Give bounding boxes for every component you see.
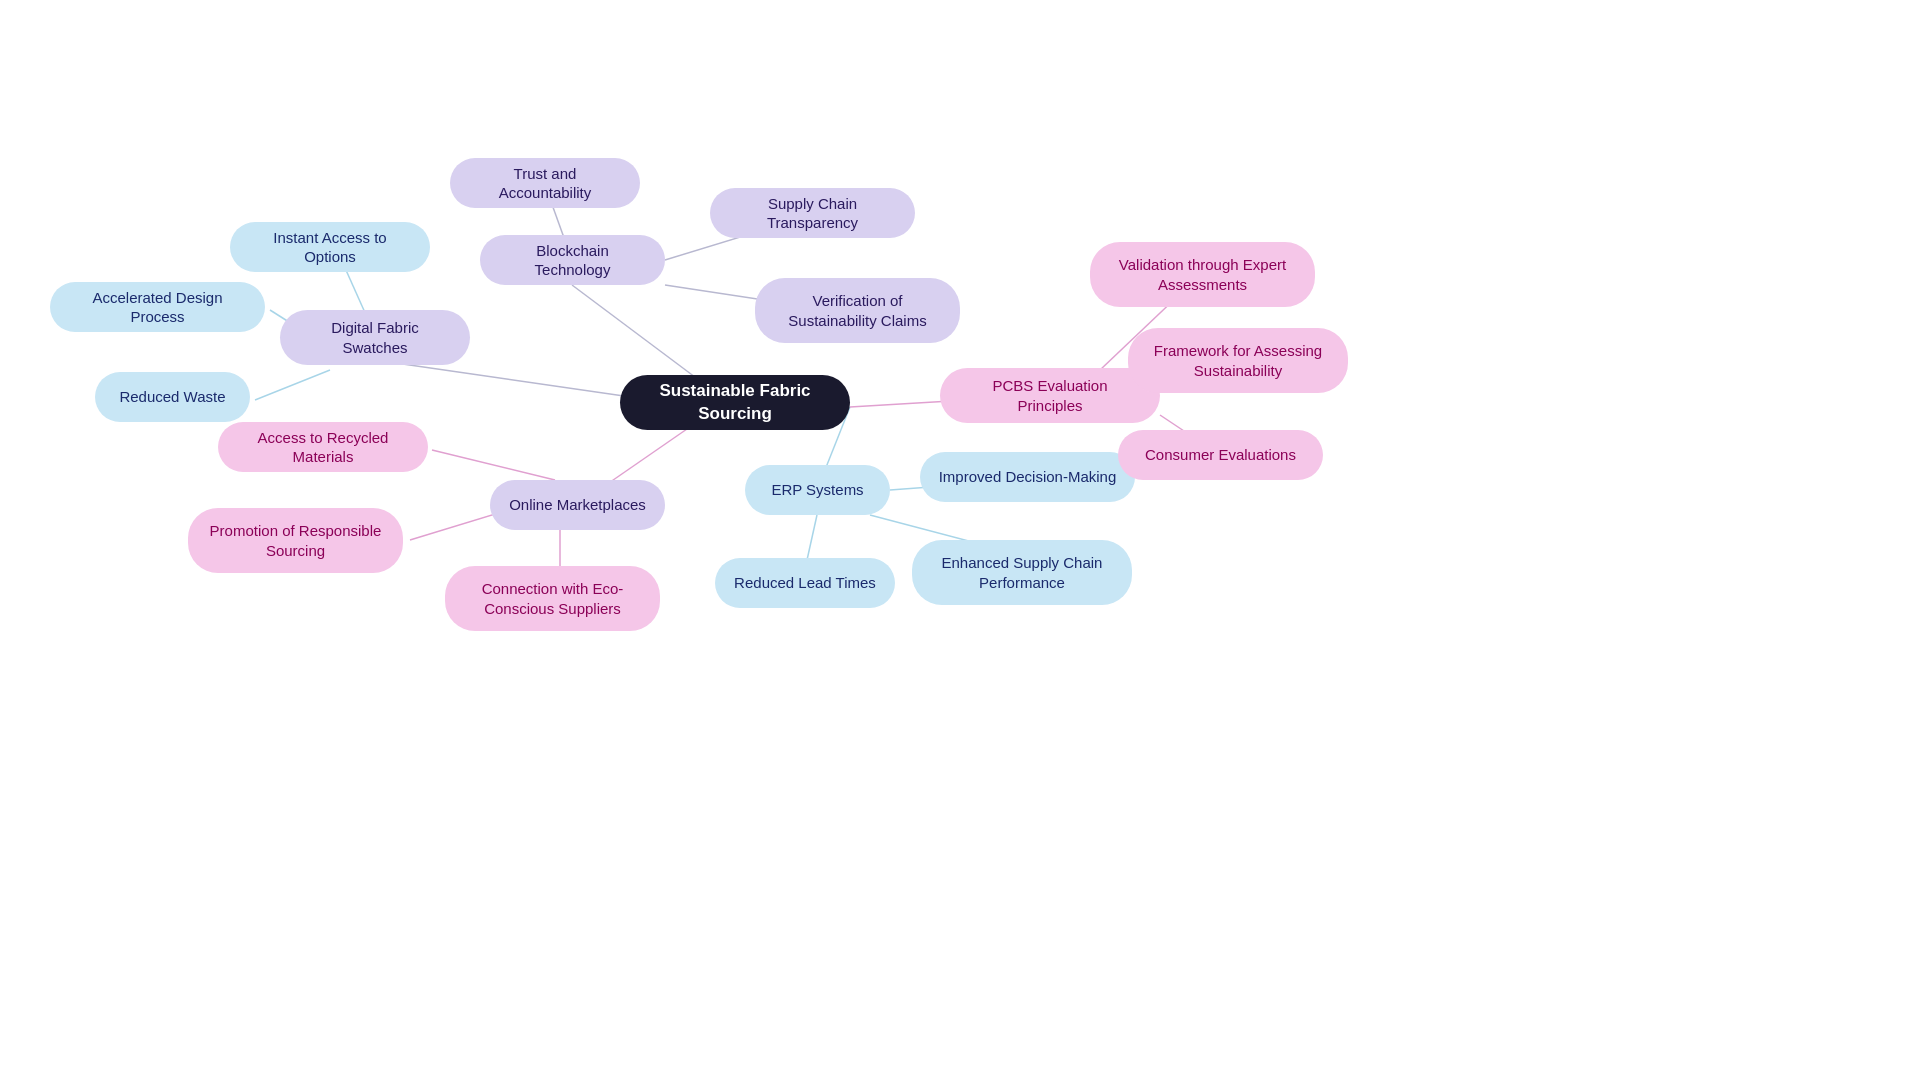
access-recycled-node: Access to Recycled Materials	[218, 422, 428, 472]
trust-node: Trust and Accountability	[450, 158, 640, 208]
svg-line-11	[432, 450, 555, 480]
connection-node: Connection with Eco-Conscious Suppliers	[445, 566, 660, 631]
digital-fabric-node: Digital Fabric Swatches	[280, 310, 470, 365]
instant-access-node: Instant Access to Options	[230, 222, 430, 272]
enhanced-supply-node: Enhanced Supply Chain Performance	[912, 540, 1132, 605]
pcbs-node: PCBS Evaluation Principles	[940, 368, 1160, 423]
center-node: Sustainable Fabric Sourcing	[620, 375, 850, 430]
framework-node: Framework for Assessing Sustainability	[1128, 328, 1348, 393]
erp-systems-node: ERP Systems	[745, 465, 890, 515]
svg-line-10	[255, 370, 330, 400]
accelerated-design-node: Accelerated Design Process	[50, 282, 265, 332]
validation-node: Validation through Expert Assessments	[1090, 242, 1315, 307]
improved-decision-node: Improved Decision-Making	[920, 452, 1135, 502]
online-marketplaces-node: Online Marketplaces	[490, 480, 665, 530]
reduced-waste-node: Reduced Waste	[95, 372, 250, 422]
svg-line-14	[807, 515, 817, 560]
verification-node: Verification of Sustainability Claims	[755, 278, 960, 343]
supply-chain-transparency-node: Supply Chain Transparency	[710, 188, 915, 238]
reduced-lead-node: Reduced Lead Times	[715, 558, 895, 608]
consumer-node: Consumer Evaluations	[1118, 430, 1323, 480]
blockchain-node: Blockchain Technology	[480, 235, 665, 285]
promotion-node: Promotion of Responsible Sourcing	[188, 508, 403, 573]
